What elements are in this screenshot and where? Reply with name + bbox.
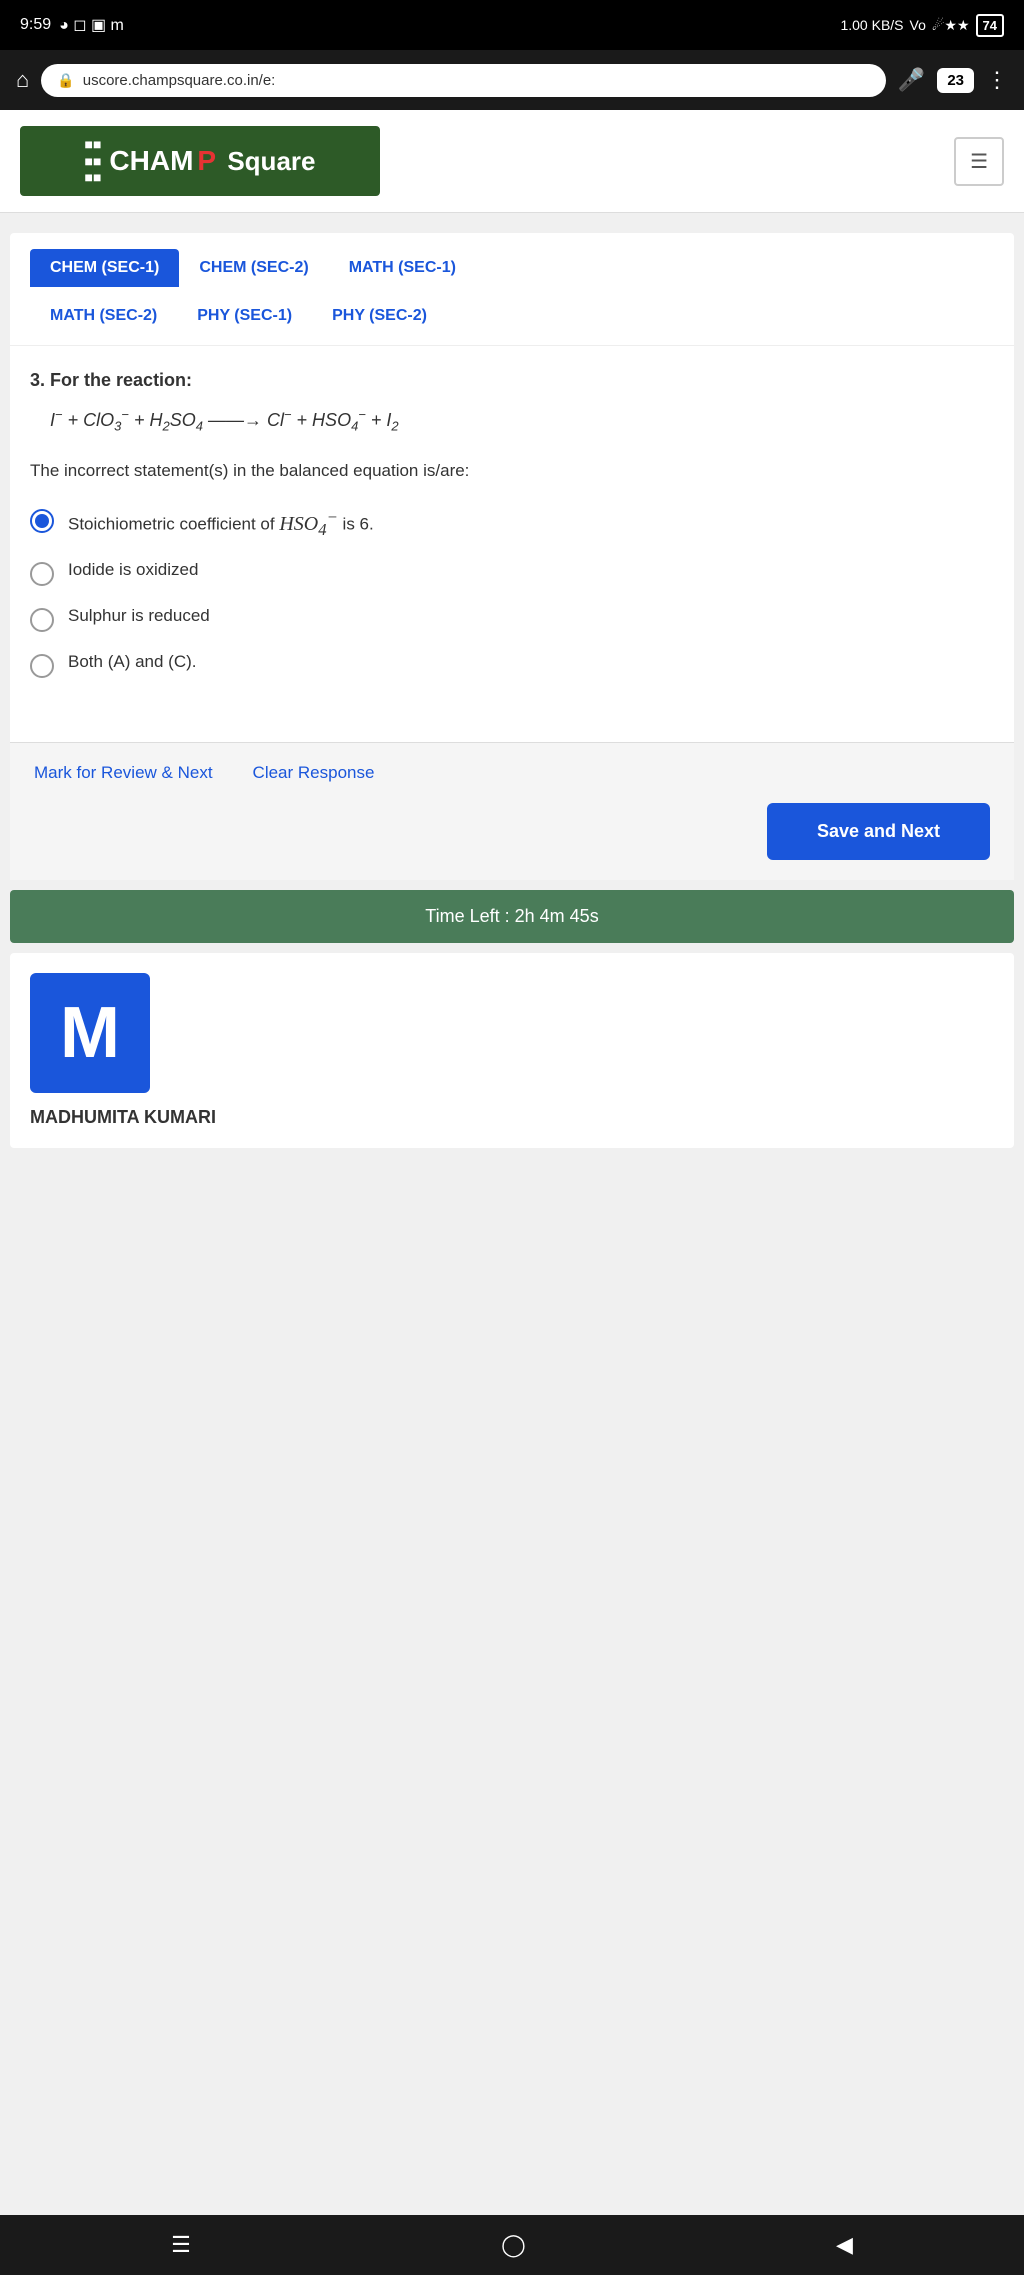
microphone-icon[interactable]: 🎤 <box>898 67 925 93</box>
question-body: The incorrect statement(s) in the balanc… <box>30 458 994 484</box>
site-header: ■■■■■■ CHAMP Square ☰ <box>0 110 1024 213</box>
browser-menu-icon[interactable]: ⋮ <box>986 67 1008 93</box>
battery-indicator: 74 <box>976 14 1004 37</box>
tab-math-sec2[interactable]: MATH (SEC-2) <box>30 297 177 335</box>
logo-text-square: Square <box>220 146 315 177</box>
main-content: ■■■■■■ CHAMP Square ☰ CHEM (SEC-1) CHEM … <box>0 110 1024 2275</box>
option-c[interactable]: Sulphur is reduced <box>30 606 994 632</box>
logo-grid-icon: ■■■■■■ <box>85 136 102 186</box>
logo-text-cham: CHAM <box>109 145 193 177</box>
section-tabs: CHEM (SEC-1) CHEM (SEC-2) MATH (SEC-1) M… <box>10 233 1014 346</box>
hso4-formula: HSO4− <box>279 513 337 535</box>
mark-review-button[interactable]: Mark for Review & Next <box>34 763 213 783</box>
option-d-text: Both (A) and (C). <box>68 652 197 672</box>
network-speed: 1.00 KB/S <box>840 17 903 33</box>
tab-phy-sec1[interactable]: PHY (SEC-1) <box>177 297 312 335</box>
browser-bar: ⌂ 🔒 uscore.champsquare.co.in/e: 🎤 23 ⋮ <box>0 50 1024 110</box>
option-d[interactable]: Both (A) and (C). <box>30 652 994 678</box>
radio-inner-a <box>35 514 49 528</box>
signal-strength: ☄★★ <box>932 17 970 34</box>
nav-home-circle-icon[interactable]: ◯ <box>501 2232 526 2258</box>
network-type: Vo <box>910 17 926 33</box>
tabs-count[interactable]: 23 <box>937 68 974 93</box>
status-time: 9:59 <box>20 16 51 34</box>
logo-text-p: P <box>197 145 216 177</box>
nav-back-icon[interactable]: ◀ <box>836 2232 853 2258</box>
radio-d[interactable] <box>30 654 54 678</box>
lock-icon: 🔒 <box>57 72 74 89</box>
chemical-equation: I− + ClO3− + H2SO4 ——→ Cl− + HSO4− + I2 <box>50 407 994 434</box>
option-b-text: Iodide is oxidized <box>68 560 198 580</box>
url-text: uscore.champsquare.co.in/e: <box>83 72 276 89</box>
tab-math-sec1[interactable]: MATH (SEC-1) <box>329 249 476 287</box>
action-bar: Mark for Review & Next Clear Response Sa… <box>10 742 1014 880</box>
content-card: CHEM (SEC-1) CHEM (SEC-2) MATH (SEC-1) M… <box>10 233 1014 880</box>
user-avatar: M <box>30 973 150 1093</box>
radio-a[interactable] <box>30 509 54 533</box>
status-left: 9:59 ◕ ◻ ▣ m <box>20 15 124 35</box>
status-icons: ◕ ◻ ▣ m <box>59 15 124 35</box>
action-buttons-row2: Save and Next <box>34 803 990 860</box>
tabs-row-1: CHEM (SEC-1) CHEM (SEC-2) MATH (SEC-1) <box>30 249 994 287</box>
avatar-letter: M <box>60 992 120 1074</box>
user-section: M MADHUMITA KUMARI <box>10 953 1014 1148</box>
option-c-text: Sulphur is reduced <box>68 606 210 626</box>
tab-phy-sec2[interactable]: PHY (SEC-2) <box>312 297 447 335</box>
options-list: Stoichiometric coefficient of HSO4− is 6… <box>30 507 994 678</box>
radio-b[interactable] <box>30 562 54 586</box>
url-bar[interactable]: 🔒 uscore.champsquare.co.in/e: <box>41 64 886 97</box>
status-right: 1.00 KB/S Vo ☄★★ 74 <box>840 14 1004 37</box>
question-number: 3. For the reaction: <box>30 370 994 391</box>
time-left-bar: Time Left : 2h 4m 45s <box>10 890 1014 943</box>
home-icon[interactable]: ⌂ <box>16 67 29 93</box>
option-b[interactable]: Iodide is oxidized <box>30 560 994 586</box>
tab-chem-sec2[interactable]: CHEM (SEC-2) <box>179 249 328 287</box>
tab-chem-sec1[interactable]: CHEM (SEC-1) <box>30 249 179 287</box>
site-logo: ■■■■■■ CHAMP Square <box>20 126 380 196</box>
option-a-text: Stoichiometric coefficient of HSO4− is 6… <box>68 507 374 540</box>
option-a[interactable]: Stoichiometric coefficient of HSO4− is 6… <box>30 507 994 540</box>
status-bar: 9:59 ◕ ◻ ▣ m 1.00 KB/S Vo ☄★★ 74 <box>0 0 1024 50</box>
hamburger-menu-button[interactable]: ☰ <box>954 137 1004 186</box>
action-buttons-row1: Mark for Review & Next Clear Response <box>34 763 990 783</box>
save-next-button[interactable]: Save and Next <box>767 803 990 860</box>
radio-c[interactable] <box>30 608 54 632</box>
tabs-row-2: MATH (SEC-2) PHY (SEC-1) PHY (SEC-2) <box>30 287 994 345</box>
user-name: MADHUMITA KUMARI <box>30 1107 994 1128</box>
nav-menu-icon[interactable]: ☰ <box>171 2232 191 2258</box>
bottom-navigation: ☰ ◯ ◀ <box>0 2215 1024 2275</box>
clear-response-button[interactable]: Clear Response <box>253 763 375 783</box>
question-area: 3. For the reaction: I− + ClO3− + H2SO4 … <box>10 346 1014 722</box>
